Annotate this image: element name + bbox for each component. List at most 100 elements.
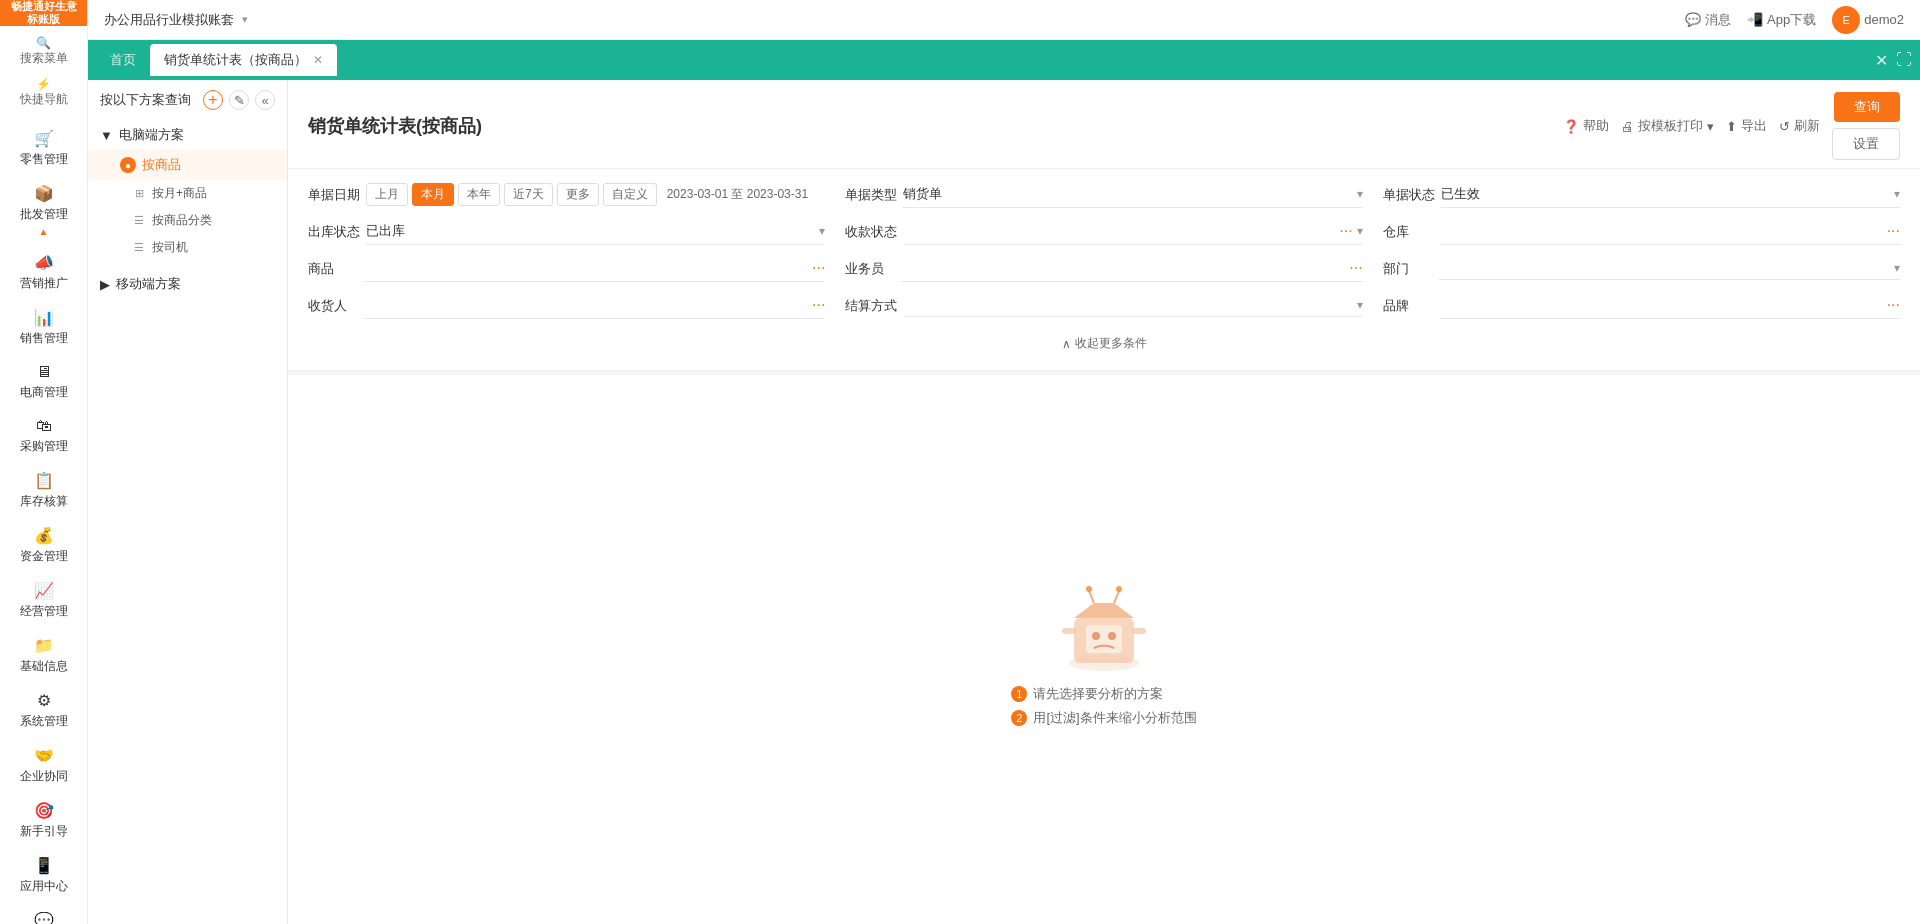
export-btn[interactable]: ⬆ 导出 xyxy=(1726,117,1767,135)
date-filter-item: 单据日期 上月 本月 本年 近7天 更多 自定义 2023-03-01 至 20… xyxy=(308,183,825,206)
goods-control[interactable]: ··· xyxy=(364,255,825,282)
warehouse-dots[interactable]: ··· xyxy=(1887,222,1900,240)
industry-label: 办公用品行业模拟账套 xyxy=(104,11,234,29)
date-custom[interactable]: 自定义 xyxy=(603,183,657,206)
svg-rect-10 xyxy=(1132,628,1146,634)
receiver-dots[interactable]: ··· xyxy=(812,296,825,314)
date-last-month[interactable]: 上月 xyxy=(366,183,408,206)
search-menu[interactable]: 🔍 搜索菜单 xyxy=(0,26,87,72)
payment-control[interactable]: ··· ▾ xyxy=(903,218,1362,245)
sidebar-item-wholesale[interactable]: 📦 批发管理 ▲ xyxy=(0,176,87,245)
tab-close-btn[interactable]: ✕ xyxy=(313,53,323,67)
scheme-by-month-goods[interactable]: ⊞ 按月+商品 xyxy=(88,180,287,207)
brand-label: 品牌 xyxy=(1383,297,1433,315)
department-control[interactable]: ▾ xyxy=(1439,257,1900,280)
sidebar-item-collab[interactable]: 🤝 企业协同 xyxy=(0,738,87,793)
add-scheme-btn[interactable]: + xyxy=(203,90,223,110)
doc-status-control[interactable]: 已生效 ▾ xyxy=(1441,181,1900,208)
sidebar: 畅捷通好生意 标账版 🔍 搜索菜单 ⚡ 快捷导航 🛒 零售管理 📦 批发管理 ▲… xyxy=(0,0,88,924)
brand-item: 品牌 ··· xyxy=(1383,292,1900,319)
tab-bar: 首页 销货单统计表（按商品） ✕ ✕ ⛶ xyxy=(88,40,1920,80)
sidebar-item-marketing[interactable]: 📣 营销推广 xyxy=(0,245,87,300)
mobile-group-header[interactable]: ▶ 移动端方案 xyxy=(88,269,287,299)
brand-dots[interactable]: ··· xyxy=(1887,296,1900,314)
receiver-control[interactable]: ··· xyxy=(364,292,825,319)
payment-dots[interactable]: ··· xyxy=(1339,222,1352,240)
sidebar-item-retail[interactable]: 🛒 零售管理 xyxy=(0,121,87,176)
collapse-filters-btn[interactable]: ∧ 收起更多条件 xyxy=(308,329,1900,358)
scheme-by-goods[interactable]: ● 按商品 xyxy=(88,150,287,180)
settings-button[interactable]: 设置 xyxy=(1832,128,1900,160)
sidebar-item-apps[interactable]: 📱 应用中心 xyxy=(0,848,87,903)
date-this-year[interactable]: 本年 xyxy=(458,183,500,206)
user-menu[interactable]: E demo2 xyxy=(1832,6,1904,34)
app-download-btn[interactable]: 📲 App下载 xyxy=(1747,11,1816,29)
sidebar-item-guide[interactable]: 🎯 新手引导 xyxy=(0,793,87,848)
close-window-btn[interactable]: ✕ xyxy=(1875,51,1888,70)
hint-num-2: 2 xyxy=(1011,710,1027,726)
brand-control[interactable]: ··· xyxy=(1439,292,1900,319)
expand-window-btn[interactable]: ⛶ xyxy=(1896,51,1912,69)
help-icon: ❓ xyxy=(1563,119,1579,134)
refresh-btn[interactable]: ↺ 刷新 xyxy=(1779,117,1820,135)
message-btn[interactable]: 💬 消息 xyxy=(1685,11,1731,29)
right-panel: 销货单统计表(按商品) ❓ 帮助 🖨 按模板打印 ▾ ⬆ 导出 xyxy=(288,80,1920,924)
settlement-label: 结算方式 xyxy=(845,297,897,315)
date-7days[interactable]: 近7天 xyxy=(504,183,553,206)
sidebar-item-operations[interactable]: 📈 经营管理 xyxy=(0,573,87,628)
warehouse-label: 仓库 xyxy=(1383,223,1433,241)
goods-dots[interactable]: ··· xyxy=(812,259,825,277)
app-logo: 畅捷通好生意 标账版 xyxy=(0,0,88,26)
sidebar-item-finance[interactable]: 💰 资金管理 xyxy=(0,518,87,573)
collapse-panel-btn[interactable]: « xyxy=(255,90,275,110)
scheme-by-category[interactable]: ☰ 按商品分类 xyxy=(88,207,287,234)
payment-arrow: ▾ xyxy=(1357,224,1363,238)
tab-home[interactable]: 首页 xyxy=(96,44,150,76)
sidebar-item-purchase[interactable]: 🛍 采购管理 xyxy=(0,409,87,463)
guide-icon: 🎯 xyxy=(34,801,54,820)
hint-item-2: 2 用[过滤]条件来缩小分析范围 xyxy=(1011,709,1196,727)
doc-type-control[interactable]: 销货单 ▾ xyxy=(903,181,1362,208)
query-button[interactable]: 查询 xyxy=(1834,92,1900,122)
inventory-icon: 📋 xyxy=(34,471,54,490)
sidebar-item-system[interactable]: ⚙ 系统管理 xyxy=(0,683,87,738)
tab-sales-stats[interactable]: 销货单统计表（按商品） ✕ xyxy=(150,44,337,76)
sidebar-item-basics[interactable]: 📁 基础信息 xyxy=(0,628,87,683)
collab-icon: 🤝 xyxy=(34,746,54,765)
desktop-group-header[interactable]: ▼ 电脑端方案 xyxy=(88,120,287,150)
scheme-by-driver[interactable]: ☰ 按司机 xyxy=(88,234,287,261)
date-label: 单据日期 xyxy=(308,186,360,204)
date-range-text: 2023-03-01 至 2023-03-31 xyxy=(667,186,808,203)
system-icon: ⚙ xyxy=(37,691,51,710)
mobile-scheme-group: ▶ 移动端方案 xyxy=(88,265,287,303)
page-title-bar: 销货单统计表(按商品) ❓ 帮助 🖨 按模板打印 ▾ ⬆ 导出 xyxy=(288,80,1920,169)
hint-num-1: 1 xyxy=(1011,686,1027,702)
industry-dropdown[interactable]: ▾ xyxy=(242,13,248,26)
print-dropdown[interactable]: ▾ xyxy=(1707,119,1714,134)
help-btn[interactable]: ❓ 帮助 xyxy=(1563,117,1609,135)
salesman-dots[interactable]: ··· xyxy=(1349,259,1362,277)
doc-type-value: 销货单 xyxy=(903,185,1352,203)
filter-row-4: 收货人 ··· 结算方式 ▾ 品牌 xyxy=(308,292,1900,319)
sub-icon-1: ⊞ xyxy=(132,187,146,201)
warehouse-control[interactable]: ··· xyxy=(1439,218,1900,245)
svg-point-6 xyxy=(1086,586,1092,592)
outbound-control[interactable]: 已出库 ▾ xyxy=(366,218,825,245)
salesman-control[interactable]: ··· xyxy=(901,255,1362,282)
sidebar-item-sales[interactable]: 📊 销售管理 xyxy=(0,300,87,355)
date-more[interactable]: 更多 xyxy=(557,183,599,206)
warehouse-item: 仓库 ··· xyxy=(1383,218,1900,245)
print-icon: 🖨 xyxy=(1621,119,1634,134)
settlement-control[interactable]: ▾ xyxy=(903,294,1362,317)
print-template-btn[interactable]: 🖨 按模板打印 ▾ xyxy=(1621,117,1714,135)
date-options: 上月 本月 本年 近7天 更多 自定义 2023-03-01 至 2023-03… xyxy=(366,183,825,206)
edit-scheme-btn[interactable]: ✎ xyxy=(229,90,249,110)
quick-nav[interactable]: ⚡ 快捷导航 xyxy=(0,72,87,113)
panel-actions: + ✎ « xyxy=(203,90,275,110)
sidebar-item-ecommerce[interactable]: 🖥 电商管理 xyxy=(0,355,87,409)
sidebar-item-wechat[interactable]: 💬 企业微信 xyxy=(0,903,87,924)
message-icon: 💬 xyxy=(1685,12,1701,27)
logo-subtext: 标账版 xyxy=(27,13,60,26)
date-this-month[interactable]: 本月 xyxy=(412,183,454,206)
sidebar-item-inventory[interactable]: 📋 库存核算 xyxy=(0,463,87,518)
